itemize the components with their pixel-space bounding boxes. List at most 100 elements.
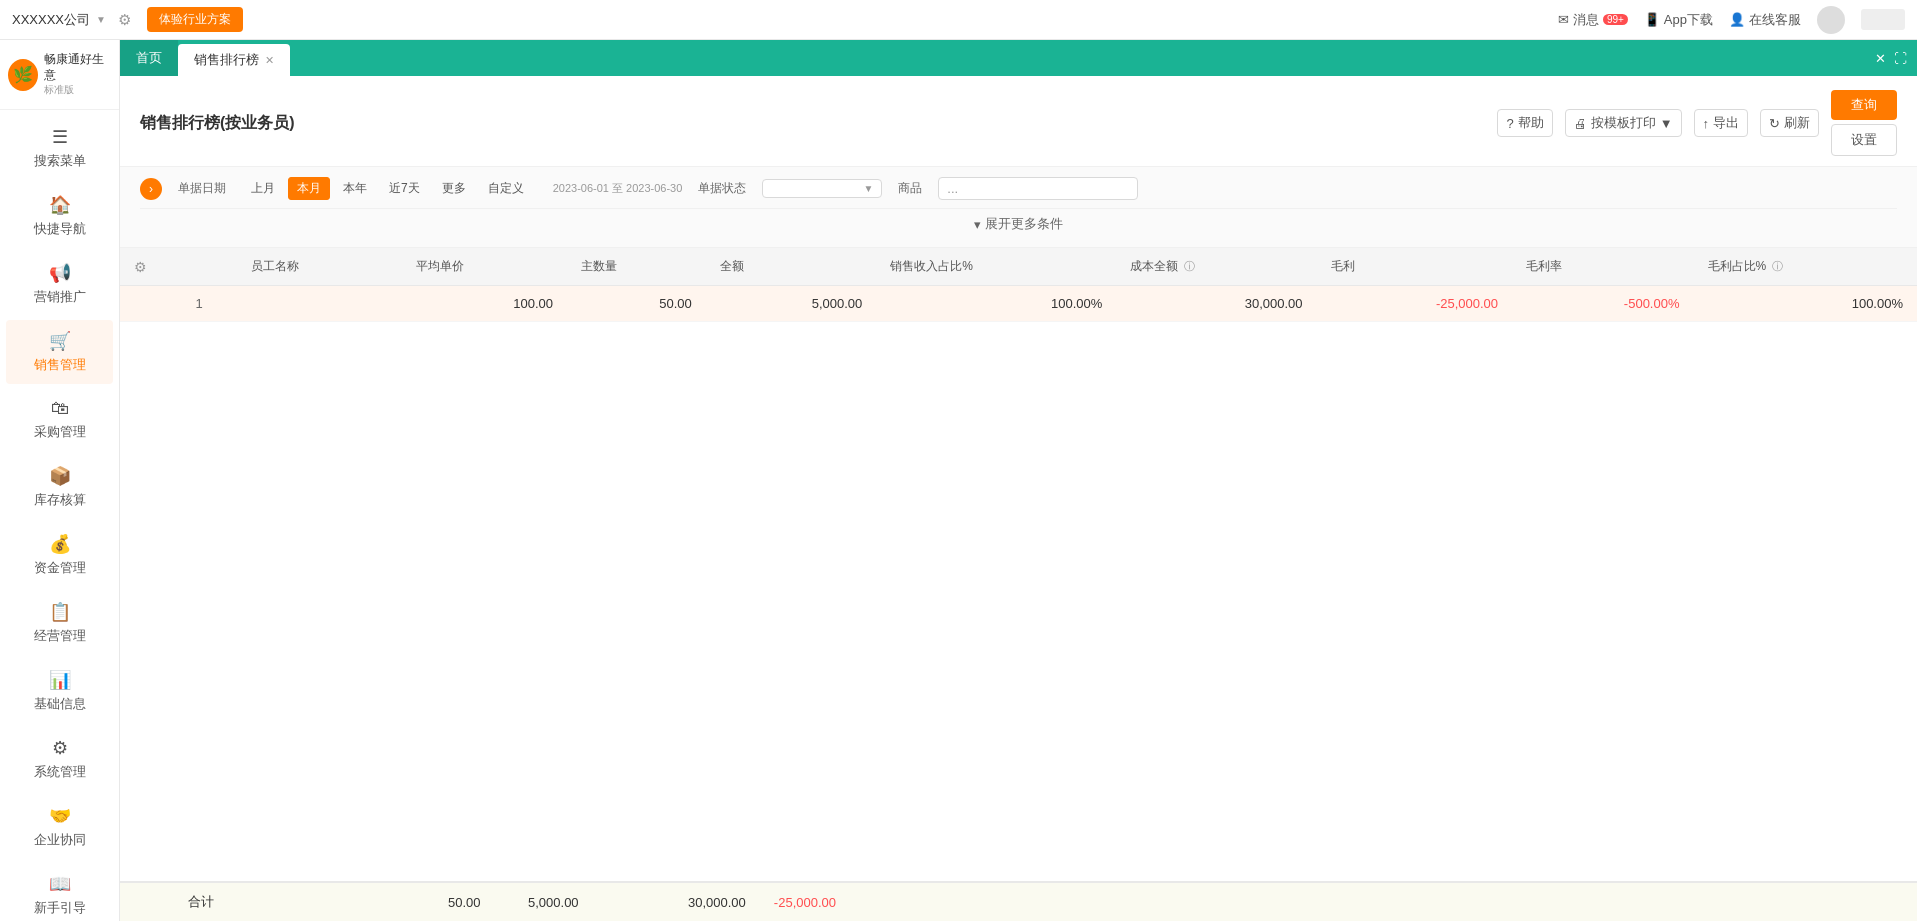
- help-icon: ?: [1506, 116, 1513, 131]
- sales-icon: 🛒: [49, 330, 71, 352]
- sidebar-item-search-order[interactable]: ☰ 搜索菜单: [6, 116, 113, 180]
- cell-avg-price: 100.00: [402, 286, 567, 322]
- messages-button[interactable]: ✉ 消息 99+: [1558, 11, 1628, 29]
- sidebar-item-operations[interactable]: 📋 经营管理: [6, 591, 113, 655]
- sidebar-label-baseinfo: 基础信息: [34, 695, 86, 713]
- print-label: 按模板打印: [1591, 114, 1656, 132]
- sidebar-item-quick-nav[interactable]: 🏠 快捷导航: [6, 184, 113, 248]
- tab-close-icon[interactable]: ✕: [265, 54, 274, 67]
- user-avatar[interactable]: [1817, 6, 1845, 34]
- cell-sales-pct: 100.00%: [876, 286, 1116, 322]
- table-footer: 合计 50.00 5,000.00 30,000.00 -25,000.00: [120, 881, 1917, 921]
- sidebar-label-sales: 销售管理: [34, 356, 86, 374]
- status-select[interactable]: ▼: [762, 179, 882, 198]
- tab-home-label: 首页: [136, 49, 162, 67]
- sidebar-item-marketing[interactable]: 📢 营销推广: [6, 252, 113, 316]
- service-icon: 👤: [1729, 12, 1745, 27]
- sidebar-label-enterprise: 企业协同: [34, 831, 86, 849]
- service-label: 在线客服: [1749, 11, 1801, 29]
- refresh-icon: ↻: [1769, 116, 1780, 131]
- col-amount: 全额: [706, 248, 876, 286]
- home-icon: 🏠: [49, 194, 71, 216]
- main-layout: 🌿 畅康通好生意 标准版 ☰ 搜索菜单 🏠 快捷导航 📢 营销推广 🛒 销售管理…: [0, 40, 1917, 921]
- table-row: 1 100.00 50.00 5,000.00 100.00% 30,000.0…: [120, 286, 1917, 322]
- purchase-icon: 🛍: [51, 398, 69, 419]
- help-button[interactable]: ? 帮助: [1497, 109, 1552, 137]
- company-settings-icon[interactable]: ⚙: [118, 11, 131, 29]
- col-cost: 成本全额 ⓘ: [1116, 248, 1316, 286]
- date-tab-custom[interactable]: 自定义: [479, 177, 533, 200]
- refresh-label: 刷新: [1784, 114, 1810, 132]
- gross-pct-help-icon[interactable]: ⓘ: [1772, 260, 1783, 272]
- filter-collapse-button[interactable]: ›: [140, 178, 162, 200]
- sidebar-item-sales[interactable]: 🛒 销售管理: [6, 320, 113, 384]
- sidebar-label-guide: 新手引导: [34, 899, 86, 917]
- date-tab-this-month[interactable]: 本月: [288, 177, 330, 200]
- sidebar-item-system[interactable]: ⚙ 系统管理: [6, 727, 113, 791]
- company-selector[interactable]: XXXXXX公司 ▼: [12, 11, 106, 29]
- table-body: 1 100.00 50.00 5,000.00 100.00% 30,000.0…: [120, 286, 1917, 322]
- tab-home[interactable]: 首页: [120, 40, 178, 76]
- sidebar-label-marketing: 营销推广: [34, 288, 86, 306]
- export-button[interactable]: ↑ 导出: [1694, 109, 1749, 137]
- tab-bar: 首页 销售排行榜 ✕ ✕ ⛶: [120, 40, 1917, 76]
- footer-avg-price: [354, 895, 434, 910]
- print-button[interactable]: 🖨 按模板打印 ▼: [1565, 109, 1682, 137]
- sidebar-logo: 🌿 畅康通好生意 标准版: [0, 40, 119, 110]
- sidebar-item-finance[interactable]: 💰 资金管理: [6, 523, 113, 587]
- date-tabs: 上月 本月 本年 近7天 更多 自定义: [242, 177, 533, 200]
- sidebar-label-purchase: 采购管理: [34, 423, 86, 441]
- tab-sales-rank[interactable]: 销售排行榜 ✕: [178, 44, 290, 76]
- filter-row: › 单据日期 上月 本月 本年 近7天 更多 自定义 2023-06-01 至 …: [140, 177, 1897, 200]
- expand-more-bar: ▾ 展开更多条件: [140, 208, 1897, 237]
- message-badge: 99+: [1603, 14, 1628, 25]
- col-gross-pct: 毛利占比% ⓘ: [1694, 248, 1918, 286]
- sidebar-item-enterprise[interactable]: 🤝 企业协同: [6, 795, 113, 859]
- table-container: ⚙ 员工名称 平均单价 主数量 全额 销售收入占比% 成本全额 ⓘ 毛利: [120, 248, 1917, 881]
- sidebar-label-search: 搜索菜单: [34, 152, 86, 170]
- col-rank: [161, 248, 237, 286]
- sidebar-label-quicknav: 快捷导航: [34, 220, 86, 238]
- logo-icon: 🌿: [8, 59, 38, 91]
- filter-bar: › 单据日期 上月 本月 本年 近7天 更多 自定义 2023-06-01 至 …: [120, 167, 1917, 248]
- footer-amount: 5,000.00: [514, 895, 594, 910]
- print-chevron-icon: ▼: [1660, 116, 1673, 131]
- sidebar-item-purchase[interactable]: 🛍 采购管理: [6, 388, 113, 451]
- app-download-button[interactable]: 📱 App下载: [1644, 11, 1713, 29]
- settings-button[interactable]: 设置: [1831, 124, 1897, 156]
- sidebar-item-guide[interactable]: 📖 新手引导: [6, 863, 113, 921]
- message-icon: ✉: [1558, 12, 1569, 27]
- base-info-icon: 📊: [49, 669, 71, 691]
- online-service-button[interactable]: 👤 在线客服: [1729, 11, 1801, 29]
- table-header: ⚙ 员工名称 平均单价 主数量 全额 销售收入占比% 成本全额 ⓘ 毛利: [120, 248, 1917, 286]
- cell-qty: 50.00: [567, 286, 706, 322]
- chevron-down-icon: ▼: [96, 14, 106, 25]
- date-tab-7days[interactable]: 近7天: [380, 177, 429, 200]
- export-label: 导出: [1713, 114, 1739, 132]
- sidebar-label-inventory: 库存核算: [34, 491, 86, 509]
- tab-bar-actions: ✕ ⛶: [1875, 51, 1917, 66]
- refresh-button[interactable]: ↻ 刷新: [1760, 109, 1819, 137]
- goods-input[interactable]: ...: [938, 177, 1138, 200]
- date-range: 2023-06-01 至 2023-06-30: [553, 181, 683, 196]
- date-tab-more[interactable]: 更多: [433, 177, 475, 200]
- tab-fullscreen-icon[interactable]: ⛶: [1894, 51, 1907, 66]
- finance-icon: 💰: [49, 533, 71, 555]
- date-tab-last-month[interactable]: 上月: [242, 177, 284, 200]
- top-bar: XXXXXX公司 ▼ ⚙ 体验行业方案 ✉ 消息 99+ 📱 App下载 👤 在…: [0, 0, 1917, 40]
- expand-more-button[interactable]: ▾ 展开更多条件: [974, 215, 1063, 233]
- tab-close-all-icon[interactable]: ✕: [1875, 51, 1886, 66]
- cost-help-icon[interactable]: ⓘ: [1184, 260, 1195, 272]
- sidebar-item-inventory[interactable]: 📦 库存核算: [6, 455, 113, 519]
- footer-cells: 50.00 5,000.00 30,000.00 -25,000.00: [354, 895, 1903, 910]
- enterprise-icon: 🤝: [49, 805, 71, 827]
- col-settings[interactable]: ⚙: [120, 248, 161, 286]
- query-button[interactable]: 查询: [1831, 90, 1897, 120]
- content-area: 首页 销售排行榜 ✕ ✕ ⛶ 销售排行榜(按业务员) ? 帮助: [120, 40, 1917, 921]
- date-tab-this-year[interactable]: 本年: [334, 177, 376, 200]
- cell-gross: -25,000.00: [1317, 286, 1513, 322]
- trial-button[interactable]: 体验行业方案: [147, 7, 243, 32]
- sidebar: 🌿 畅康通好生意 标准版 ☰ 搜索菜单 🏠 快捷导航 📢 营销推广 🛒 销售管理…: [0, 40, 120, 921]
- app-icon: 📱: [1644, 12, 1660, 27]
- sidebar-item-base-info[interactable]: 📊 基础信息: [6, 659, 113, 723]
